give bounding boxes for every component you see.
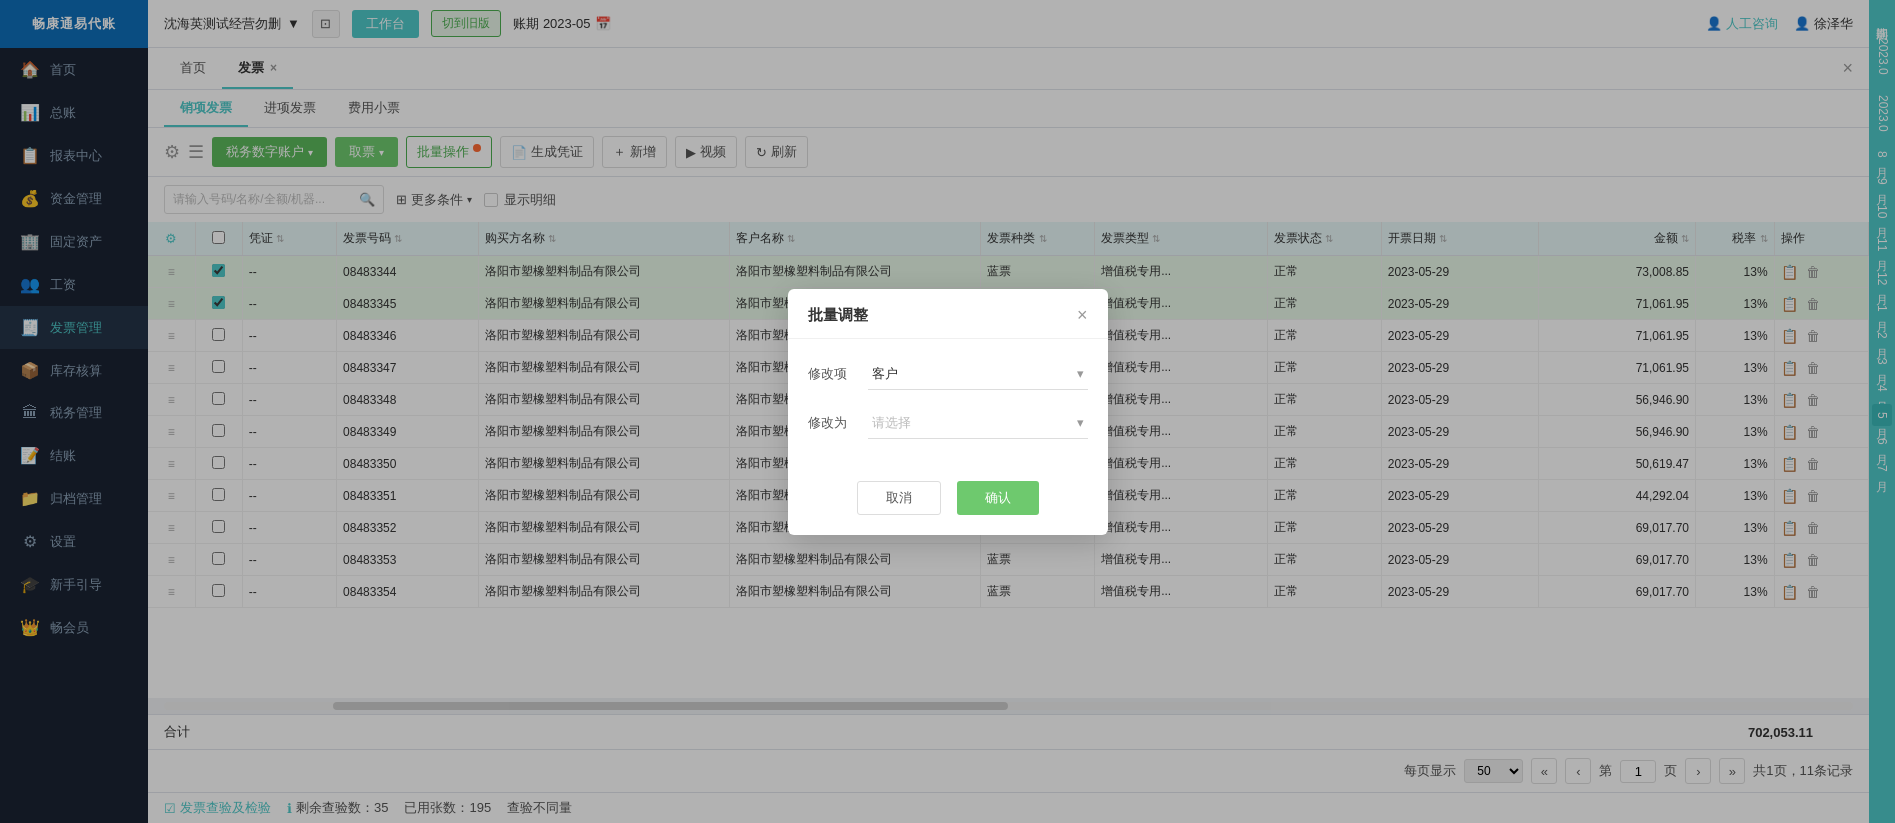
modify-field-chevron: ▾ bbox=[1077, 366, 1084, 381]
modal-confirm-btn[interactable]: 确认 bbox=[957, 481, 1039, 515]
modal-title: 批量调整 bbox=[808, 306, 868, 325]
batch-adjust-modal: 批量调整 × 修改项 客户 ▾ 修改为 请选择 ▾ 取消 确认 bbox=[788, 289, 1108, 535]
modify-field-value: 客户 bbox=[872, 365, 898, 383]
modify-to-placeholder: 请选择 bbox=[872, 414, 911, 432]
modify-to-row: 修改为 请选择 ▾ bbox=[808, 408, 1088, 439]
modify-to-label: 修改为 bbox=[808, 414, 856, 432]
modal-overlay: 批量调整 × 修改项 客户 ▾ 修改为 请选择 ▾ 取消 确认 bbox=[0, 0, 1895, 823]
modal-close-btn[interactable]: × bbox=[1077, 305, 1088, 326]
modify-to-chevron: ▾ bbox=[1077, 415, 1084, 430]
modal-footer: 取消 确认 bbox=[788, 473, 1108, 535]
modal-body: 修改项 客户 ▾ 修改为 请选择 ▾ bbox=[788, 339, 1108, 473]
modify-field-row: 修改项 客户 ▾ bbox=[808, 359, 1088, 390]
modal-cancel-btn[interactable]: 取消 bbox=[857, 481, 941, 515]
modify-field-select[interactable]: 客户 ▾ bbox=[868, 359, 1088, 390]
modify-field-label: 修改项 bbox=[808, 365, 856, 383]
modal-header: 批量调整 × bbox=[788, 289, 1108, 339]
modify-to-select[interactable]: 请选择 ▾ bbox=[868, 408, 1088, 439]
